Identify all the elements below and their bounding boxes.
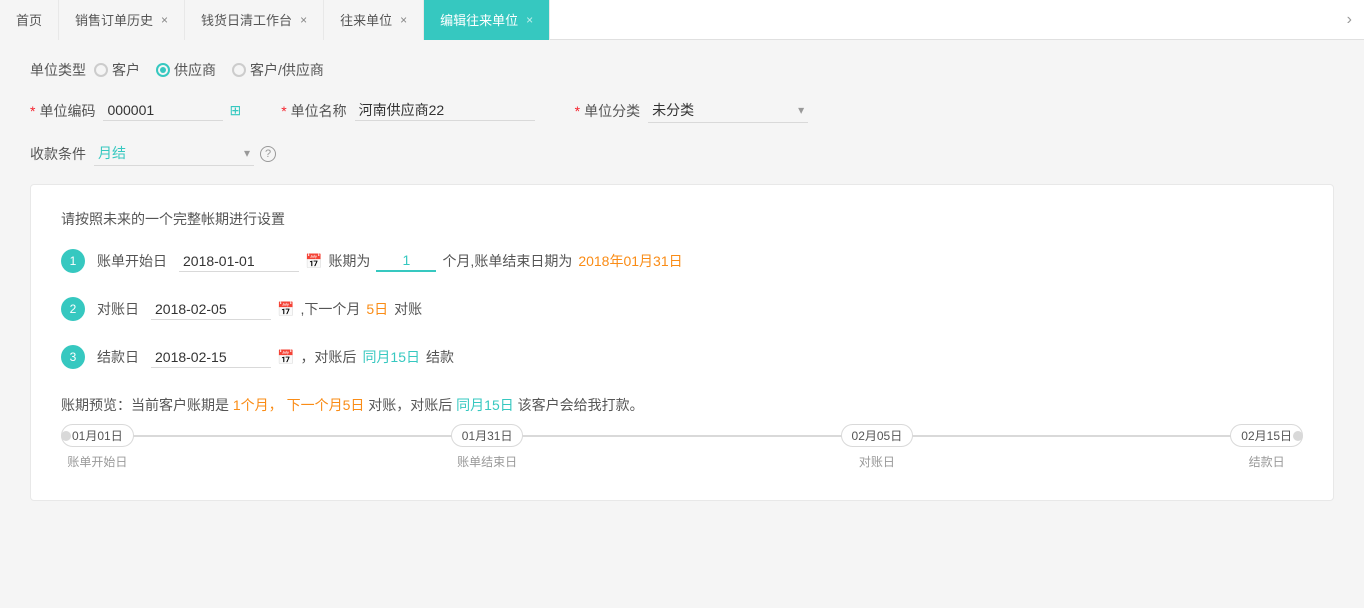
step-date-2[interactable] — [151, 299, 271, 320]
preview-mid: 对账，对账后 — [368, 397, 456, 413]
tab-more-button[interactable]: › — [1335, 11, 1364, 29]
unit-type-field: 单位类型 客户 供应商 客户/供应商 — [30, 60, 324, 80]
timeline-node-4: 02月15日 结款日 — [1230, 424, 1303, 470]
unit-name-field: * 单位名称 — [281, 100, 534, 121]
preview-end: 该客户会给我打款。 — [518, 397, 644, 413]
timeline-badge-2: 01月31日 — [451, 424, 524, 447]
radio-supplier[interactable]: 供应商 — [156, 60, 216, 80]
step-suffix-2-end: 对账 — [394, 299, 422, 319]
category-select[interactable]: 未分类 ▾ — [648, 98, 808, 123]
radio-customer[interactable]: 客户 — [94, 60, 140, 80]
required-star-cat: * — [575, 103, 580, 119]
step-row-2: 2 对账日 📅 ,下一个月 5日 对账 — [61, 297, 1303, 321]
timeline-sublabel-3: 对账日 — [859, 453, 895, 470]
copy-icon[interactable]: ⊞ — [229, 102, 241, 119]
tab-home[interactable]: 首页 — [0, 0, 59, 40]
radio-circle-customer — [94, 63, 108, 77]
radio-circle-supplier — [156, 63, 170, 77]
info-box: 请按照未来的一个完整帐期进行设置 1 账单开始日 📅 账期为 个月,账单结束日期… — [30, 184, 1334, 501]
timeline-wrapper: 01月01日 账单开始日 01月31日 账单结束日 02月05日 对账日 — [61, 418, 1303, 470]
timeline-sublabel-2: 账单结束日 — [457, 453, 517, 470]
step-suffix-pre-1: 账期为 — [328, 251, 370, 271]
timeline-sublabel-1: 账单开始日 — [67, 453, 127, 470]
tab-partner[interactable]: 往来单位 × — [324, 0, 424, 40]
close-icon[interactable]: × — [400, 13, 407, 27]
calendar-icon-1[interactable]: 📅 — [305, 253, 322, 270]
chevron-down-icon: ▾ — [794, 103, 808, 117]
unit-name-input[interactable] — [355, 100, 535, 121]
step-row-1: 1 账单开始日 📅 账期为 个月,账单结束日期为 2018年01月31日 — [61, 249, 1303, 273]
calendar-icon-2[interactable]: 📅 — [277, 301, 294, 318]
unit-code-label: 单位编码 — [39, 101, 95, 121]
step-suffix-3-teal: 同月15日 — [362, 347, 420, 367]
radio-circle-both — [232, 63, 246, 77]
payment-value: 月结 — [94, 141, 240, 165]
unit-category-label: 单位分类 — [584, 101, 640, 121]
timeline: 01月01日 账单开始日 01月31日 账单结束日 02月05日 对账日 — [61, 418, 1303, 470]
unit-name-label: 单位名称 — [291, 101, 347, 121]
close-icon[interactable]: × — [161, 13, 168, 27]
step-num-2: 2 — [61, 297, 85, 321]
timeline-badge-3: 02月05日 — [841, 424, 914, 447]
unit-type-label: 单位类型 — [30, 60, 86, 80]
category-value: 未分类 — [648, 98, 794, 122]
timeline-badge-1: 01月01日 — [61, 424, 134, 447]
timeline-node-2: 01月31日 账单结束日 — [451, 424, 524, 470]
unit-category-field: * 单位分类 未分类 ▾ — [575, 98, 808, 123]
timeline-node-3: 02月05日 对账日 — [841, 424, 914, 470]
step-row-3: 3 结款日 📅 ，对账后 同月15日 结款 — [61, 345, 1303, 369]
timeline-node-1: 01月01日 账单开始日 — [61, 424, 134, 470]
info-box-title: 请按照未来的一个完整帐期进行设置 — [61, 209, 1303, 229]
step-date-3[interactable] — [151, 347, 271, 368]
radio-both[interactable]: 客户/供应商 — [232, 60, 324, 80]
unit-info-row: * 单位编码 ⊞ * 单位名称 * 单位分类 未分类 ▾ — [30, 98, 1334, 123]
tabs-bar: 首页 销售订单历史 × 钱货日清工作台 × 往来单位 × 编辑往来单位 × › — [0, 0, 1364, 40]
step-date-1[interactable] — [179, 251, 299, 272]
tab-sales-history[interactable]: 销售订单历史 × — [59, 0, 185, 40]
preview-period: 1个月， — [233, 397, 283, 413]
tab-cash-workbench[interactable]: 钱货日清工作台 × — [185, 0, 324, 40]
tab-edit-partner[interactable]: 编辑往来单位 × — [424, 0, 550, 40]
help-icon[interactable]: ? — [260, 146, 276, 162]
end-date-1: 2018年01月31日 — [578, 251, 682, 271]
required-star: * — [30, 103, 35, 119]
payment-field: 收款条件 月结 ▾ ? — [30, 141, 276, 166]
period-input[interactable] — [376, 250, 436, 272]
payment-label: 收款条件 — [30, 144, 86, 164]
unit-type-radio-group: 客户 供应商 客户/供应商 — [94, 60, 324, 80]
close-icon[interactable]: × — [526, 13, 533, 27]
payment-row: 收款条件 月结 ▾ ? — [30, 141, 1334, 166]
close-icon[interactable]: × — [300, 13, 307, 27]
unit-type-row: 单位类型 客户 供应商 客户/供应商 — [30, 60, 1334, 80]
step-suffix-2-orange: 5日 — [366, 299, 388, 319]
step-suffix-2-pre: ,下一个月 — [300, 299, 360, 319]
step-suffix-mid-1: 个月,账单结束日期为 — [442, 251, 572, 271]
main-content: 单位类型 客户 供应商 客户/供应商 * 单位编码 — [0, 40, 1364, 521]
preview-section: 账期预览：当前客户账期是 1个月， 下一个月5日 对账，对账后 同月15日 该客… — [61, 393, 1303, 418]
payment-select[interactable]: 月结 ▾ — [94, 141, 254, 166]
preview-pay: 同月15日 — [456, 397, 514, 413]
step-num-3: 3 — [61, 345, 85, 369]
preview-label: 账期预览：当前客户账期是 — [61, 397, 229, 413]
step-label-1: 账单开始日 — [97, 251, 167, 271]
timeline-sublabel-4: 结款日 — [1249, 453, 1285, 470]
unit-code-input[interactable] — [103, 100, 223, 121]
unit-code-field: * 单位编码 ⊞ — [30, 100, 241, 121]
step-label-3: 结款日 — [97, 347, 139, 367]
required-star-name: * — [281, 103, 286, 119]
calendar-icon-3[interactable]: 📅 — [277, 349, 294, 366]
step-suffix-3-pre: ，对账后 — [300, 347, 356, 367]
chevron-down-icon-payment: ▾ — [240, 146, 254, 160]
step-suffix-3-end: 结款 — [426, 347, 454, 367]
preview-check: 下一个月5日 — [287, 397, 365, 413]
step-label-2: 对账日 — [97, 299, 139, 319]
step-num-1: 1 — [61, 249, 85, 273]
